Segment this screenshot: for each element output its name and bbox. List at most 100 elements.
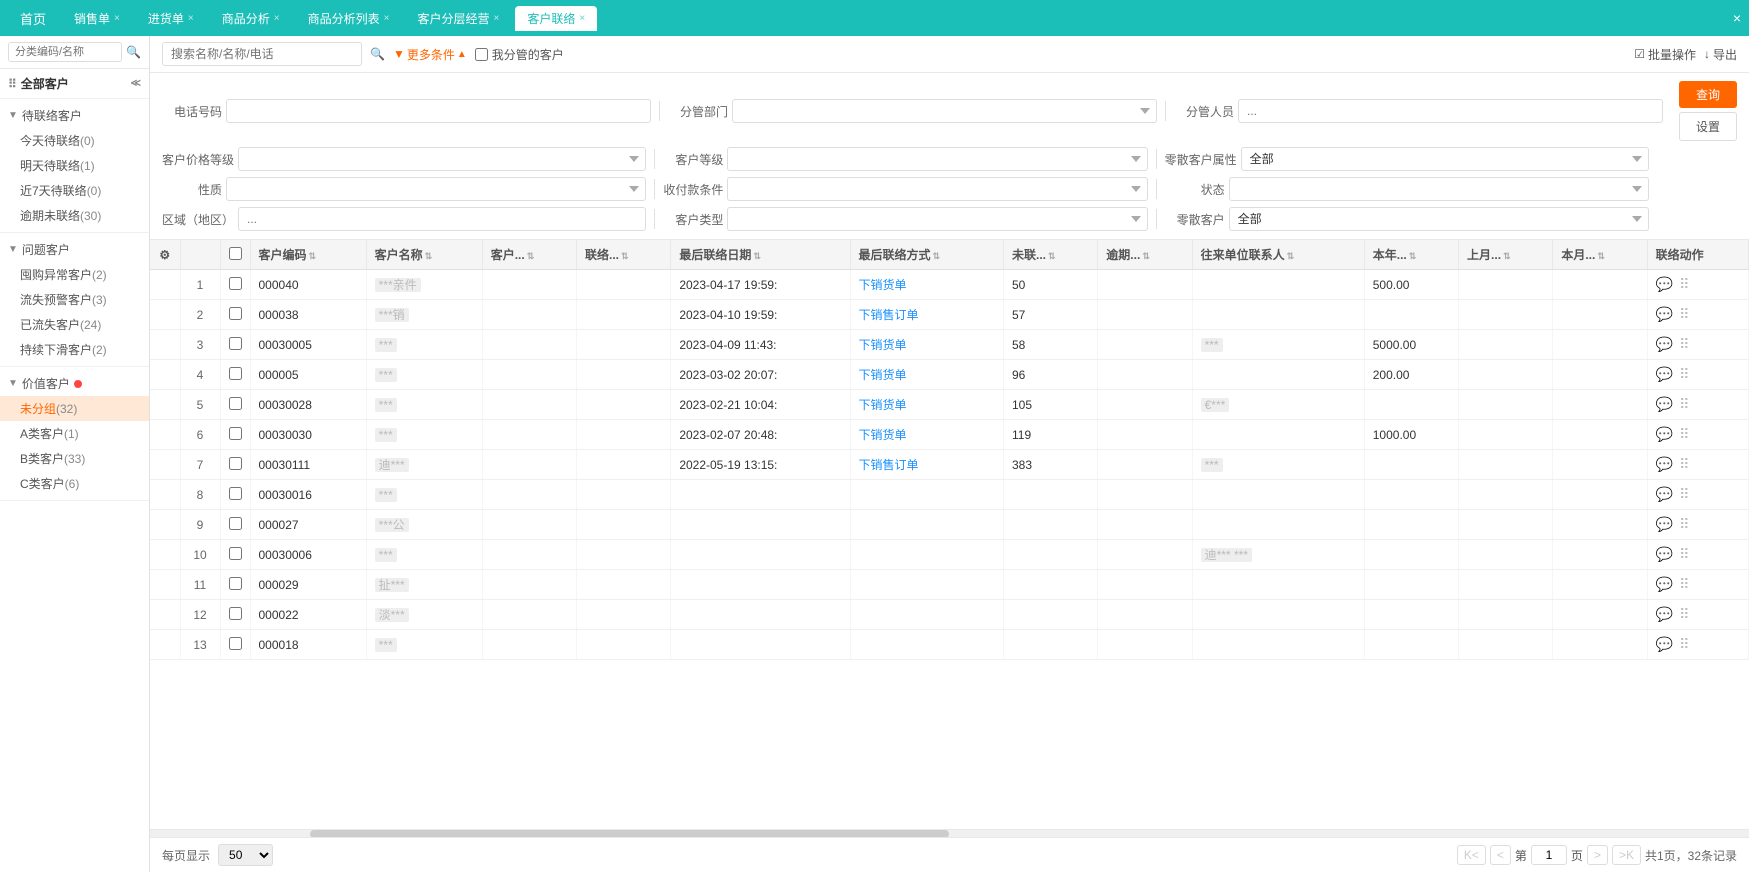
row-checkbox[interactable] — [229, 337, 242, 350]
nav-tab-analysis-list[interactable]: 商品分析列表 × — [296, 6, 402, 31]
grid-action-icon[interactable]: ⠿ — [1679, 336, 1689, 353]
grid-action-icon[interactable]: ⠿ — [1679, 396, 1689, 413]
my-customers-checkbox[interactable] — [475, 48, 488, 61]
sidebar-item-churn-risk[interactable]: 流失预警客户(3) — [0, 287, 149, 312]
row-checkbox[interactable] — [229, 637, 242, 650]
manager-input[interactable] — [1238, 99, 1663, 123]
per-page-select[interactable]: 50 100 200 — [218, 844, 273, 866]
chat-icon[interactable]: 💬 — [1656, 396, 1673, 413]
last-method-link[interactable]: 下销货单 — [859, 278, 907, 292]
chat-icon[interactable]: 💬 — [1656, 486, 1673, 503]
sidebar-item-unclassified[interactable]: 未分组(32) — [0, 396, 149, 421]
status-select[interactable] — [1229, 177, 1649, 201]
query-btn[interactable]: 查询 — [1679, 81, 1737, 108]
close-segment-tab-icon[interactable]: × — [493, 13, 499, 24]
sidebar-item-abnormal[interactable]: 囤购异常客户(2) — [0, 262, 149, 287]
horizontal-scrollbar[interactable] — [150, 829, 1749, 837]
sidebar-item-class-b[interactable]: B类客户(33) — [0, 446, 149, 471]
last-method-link[interactable]: 下销货单 — [859, 338, 907, 352]
th-this-year[interactable]: 本年...⇅ — [1364, 240, 1458, 270]
row-checkbox[interactable] — [229, 517, 242, 530]
th-this-month[interactable]: 本月...⇅ — [1553, 240, 1647, 270]
row-checkbox-cell[interactable] — [220, 540, 250, 570]
chat-icon[interactable]: 💬 — [1656, 516, 1673, 533]
close-purchase-tab-icon[interactable]: × — [188, 13, 194, 24]
nav-tab-customer-contact[interactable]: 客户联络 × — [515, 6, 597, 31]
last-method-link[interactable]: 下销售订单 — [859, 308, 919, 322]
customer-type-select[interactable] — [727, 207, 1147, 231]
sidebar-item-class-a[interactable]: A类客户(1) — [0, 421, 149, 446]
row-checkbox[interactable] — [229, 487, 242, 500]
page-input[interactable] — [1531, 845, 1567, 865]
sidebar-item-tomorrow[interactable]: 明天待联络(1) — [0, 153, 149, 178]
th-last-method[interactable]: 最后联络方式⇅ — [850, 240, 1003, 270]
row-checkbox[interactable] — [229, 607, 242, 620]
nav-home[interactable]: 首页 — [8, 5, 58, 32]
nav-tab-sales[interactable]: 销售单 × — [62, 6, 132, 31]
row-checkbox[interactable] — [229, 427, 242, 440]
search-input[interactable] — [162, 42, 362, 66]
chat-icon[interactable]: 💬 — [1656, 276, 1673, 293]
nav-tab-purchase[interactable]: 进货单 × — [136, 6, 206, 31]
nav-tab-customer-segment[interactable]: 客户分层经营 × — [405, 6, 511, 31]
grid-action-icon[interactable]: ⠿ — [1679, 366, 1689, 383]
row-checkbox-cell[interactable] — [220, 450, 250, 480]
row-checkbox-cell[interactable] — [220, 420, 250, 450]
settings-icon[interactable]: ⚙ — [159, 248, 170, 262]
th-settings[interactable]: ⚙ — [150, 240, 180, 270]
all-customers-header[interactable]: ⠿ 全部客户 ≪ — [0, 69, 149, 99]
chat-icon[interactable]: 💬 — [1656, 336, 1673, 353]
reset-btn[interactable]: 设置 — [1679, 112, 1737, 141]
next-page-btn[interactable]: > — [1587, 845, 1608, 865]
chat-icon[interactable]: 💬 — [1656, 426, 1673, 443]
row-checkbox[interactable] — [229, 277, 242, 290]
select-all-checkbox[interactable] — [229, 247, 242, 260]
filter-search-icon[interactable]: 🔍 — [370, 47, 385, 61]
grid-action-icon[interactable]: ⠿ — [1679, 576, 1689, 593]
payment-select[interactable] — [727, 177, 1147, 201]
last-page-btn[interactable]: >K — [1612, 845, 1641, 865]
group-pending-contact-header[interactable]: ▼ 待联络客户 — [0, 103, 149, 128]
customer-level-select[interactable] — [727, 147, 1147, 171]
phone-input[interactable] — [226, 99, 651, 123]
th-code[interactable]: 客户编码⇅ — [250, 240, 366, 270]
sidebar-item-today[interactable]: 今天待联络(0) — [0, 128, 149, 153]
th-checkbox[interactable] — [220, 240, 250, 270]
th-last-month[interactable]: 上月...⇅ — [1459, 240, 1553, 270]
grid-action-icon[interactable]: ⠿ — [1679, 276, 1689, 293]
group-value-header[interactable]: ▼ 价值客户 — [0, 371, 149, 396]
sidebar-item-7days[interactable]: 近7天待联络(0) — [0, 178, 149, 203]
nature-select[interactable] — [226, 177, 646, 201]
price-level-select[interactable] — [238, 147, 646, 171]
chat-icon[interactable]: 💬 — [1656, 606, 1673, 623]
row-checkbox[interactable] — [229, 367, 242, 380]
last-method-link[interactable]: 下销货单 — [859, 428, 907, 442]
row-checkbox[interactable] — [229, 577, 242, 590]
th-last-date[interactable]: 最后联络日期⇅ — [671, 240, 850, 270]
sidebar-item-class-c[interactable]: C类客户(6) — [0, 471, 149, 496]
chat-icon[interactable]: 💬 — [1656, 546, 1673, 563]
th-contact[interactable]: 联络...⇅ — [577, 240, 671, 270]
last-method-link[interactable]: 下销售订单 — [859, 458, 919, 472]
last-method-link[interactable]: 下销货单 — [859, 368, 907, 382]
row-checkbox[interactable] — [229, 307, 242, 320]
row-checkbox-cell[interactable] — [220, 600, 250, 630]
grid-action-icon[interactable]: ⠿ — [1679, 606, 1689, 623]
dept-select[interactable] — [732, 99, 1157, 123]
row-checkbox[interactable] — [229, 547, 242, 560]
th-company-contact[interactable]: 往来单位联系人⇅ — [1192, 240, 1364, 270]
sidebar-item-declining[interactable]: 持续下滑客户(2) — [0, 337, 149, 362]
close-analysis-tab-icon[interactable]: × — [274, 13, 280, 24]
row-checkbox-cell[interactable] — [220, 570, 250, 600]
region-input[interactable] — [238, 207, 646, 231]
row-checkbox-cell[interactable] — [220, 390, 250, 420]
sidebar-search-icon[interactable]: 🔍 — [126, 45, 141, 59]
close-all-btn[interactable]: × — [1733, 10, 1741, 26]
prev-page-btn[interactable]: < — [1490, 845, 1511, 865]
grid-action-icon[interactable]: ⠿ — [1679, 546, 1689, 563]
grid-action-icon[interactable]: ⠿ — [1679, 456, 1689, 473]
close-sales-tab-icon[interactable]: × — [114, 13, 120, 24]
more-conditions-btn[interactable]: ▼ 更多条件 ▲ — [393, 46, 467, 63]
first-page-btn[interactable]: K< — [1457, 845, 1486, 865]
retail-attr-select[interactable]: 全部 — [1241, 147, 1649, 171]
